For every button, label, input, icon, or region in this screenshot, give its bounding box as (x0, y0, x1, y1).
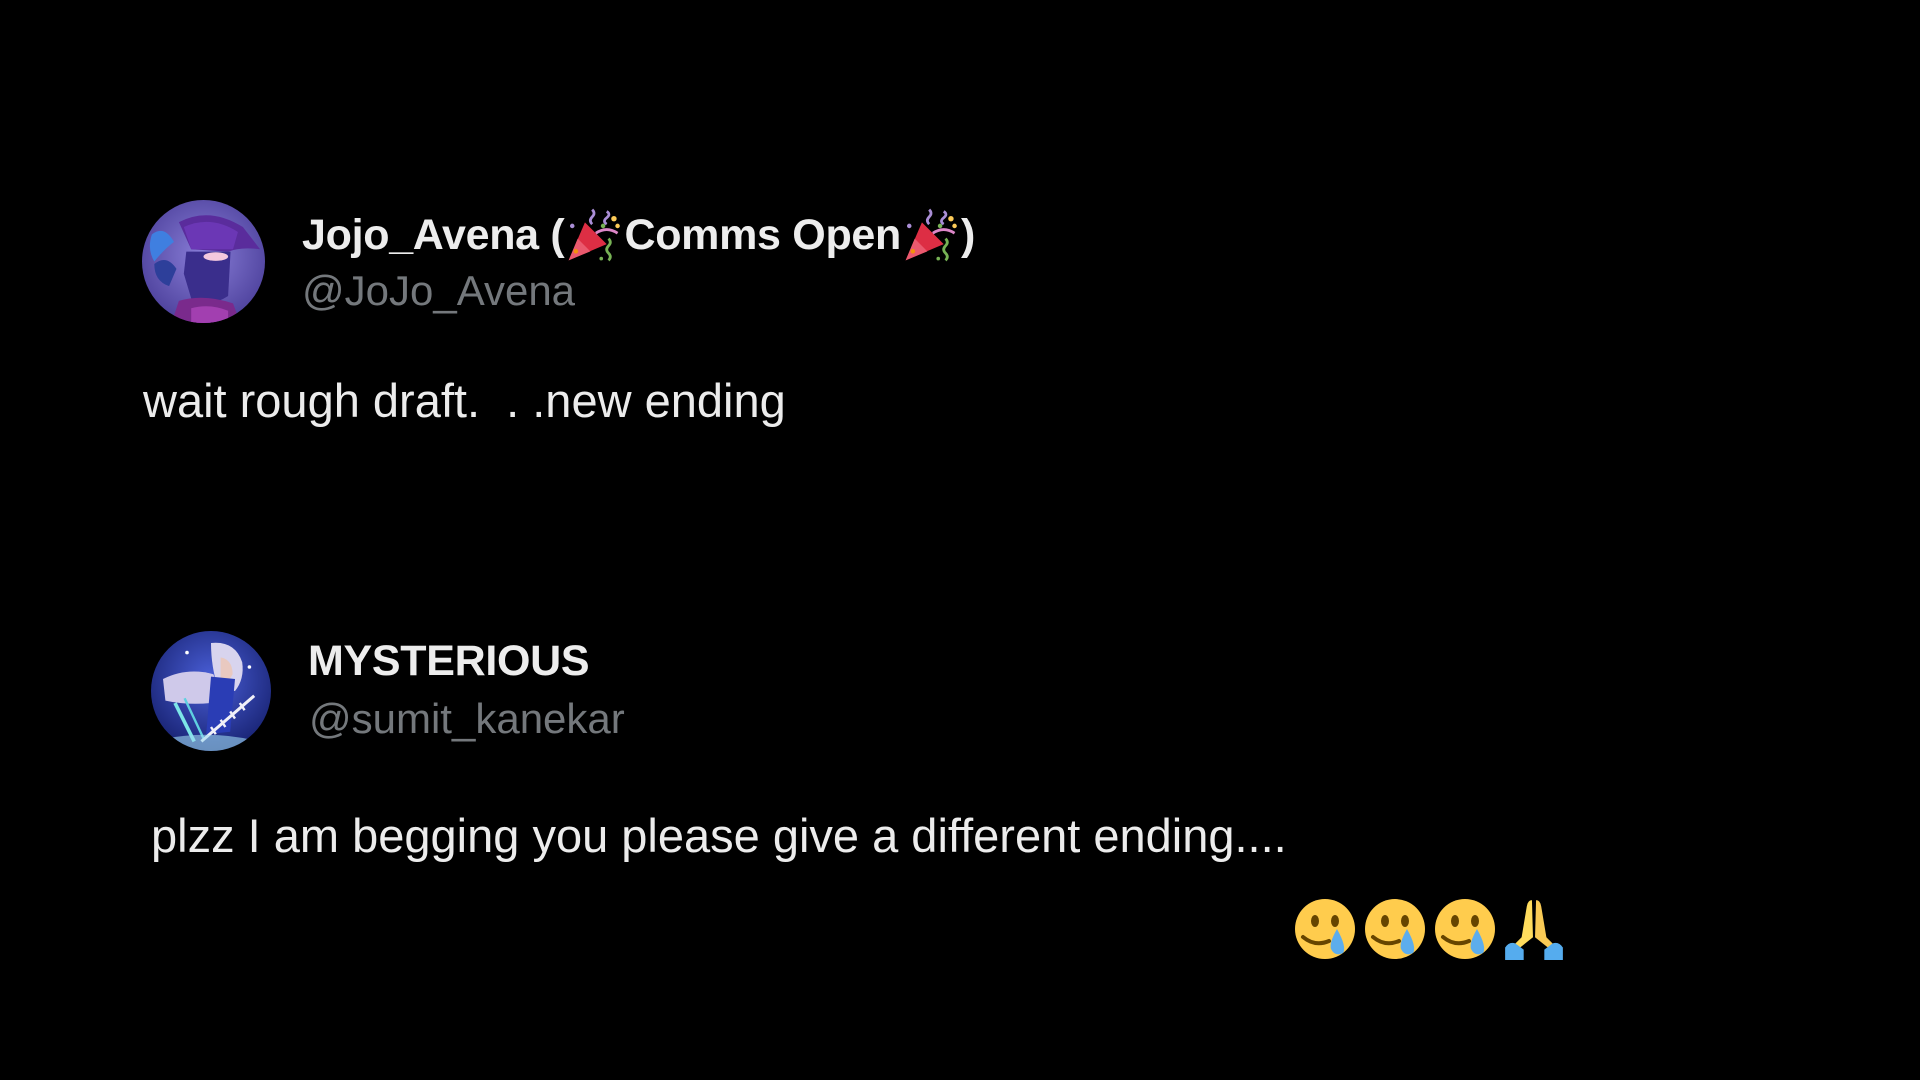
smiling-face-with-tear-icon (1293, 803, 1357, 959)
party-popper-icon (902, 206, 960, 264)
smiling-face-with-tear-icon (1433, 803, 1497, 959)
avatar-image (151, 631, 271, 751)
author-handle[interactable]: @sumit_kanekar (309, 698, 625, 740)
name-paren-open: ( (538, 210, 565, 259)
name-paren-close: ) (961, 210, 976, 259)
avatar[interactable] (142, 200, 265, 323)
folded-hands-icon (1501, 802, 1567, 960)
post-text: wait rough draft. . .new ending (143, 374, 786, 427)
smiling-face-with-tear-icon (1363, 803, 1427, 959)
party-popper-icon (565, 206, 623, 264)
name-status-text: Comms Open (624, 210, 901, 259)
display-name-text: Jojo_Avena (302, 210, 539, 259)
author-display-name[interactable]: MYSTERIOUS (308, 637, 590, 685)
post-text: plzz I am begging you please give a diff… (151, 802, 1567, 960)
display-name-text: MYSTERIOUS (308, 637, 590, 685)
avatar[interactable] (151, 631, 271, 751)
author-display-name[interactable]: Jojo_Avena ( Comms Open) (302, 206, 975, 264)
avatar-image (142, 200, 265, 323)
author-handle[interactable]: @JoJo_Avena (302, 270, 575, 312)
post-text-content: plzz I am begging you please give a diff… (151, 808, 1287, 862)
